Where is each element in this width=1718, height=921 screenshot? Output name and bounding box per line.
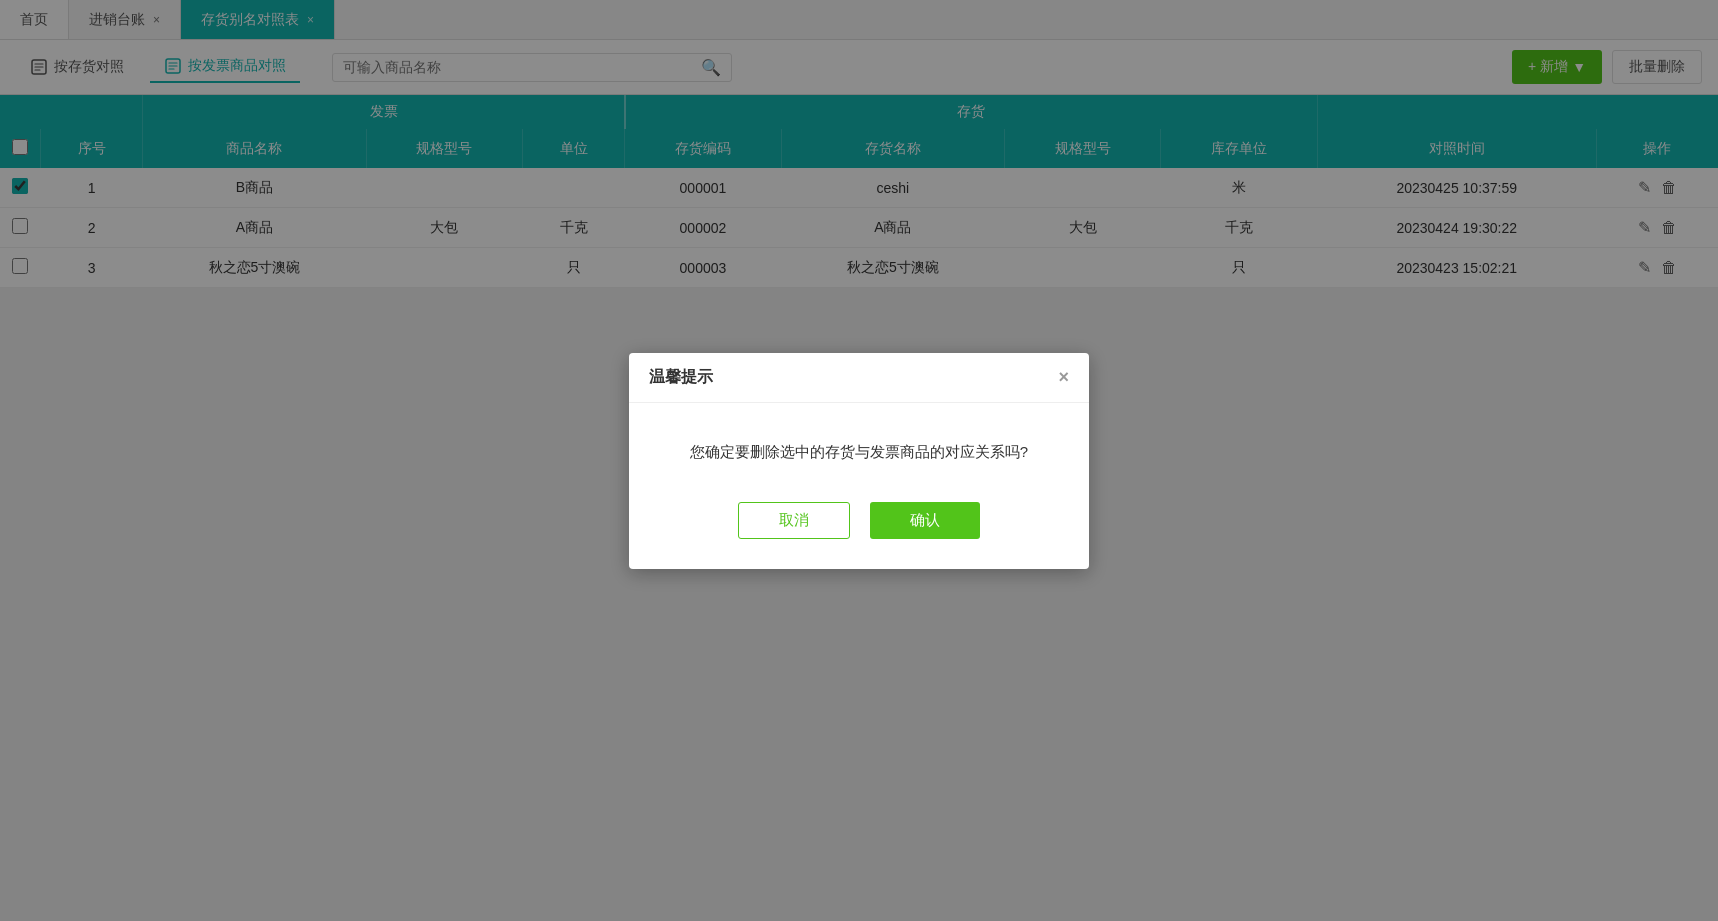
modal-overlay: 温馨提示 × 您确定要删除选中的存货与发票商品的对应关系吗? 取消 确认 xyxy=(0,0,1718,288)
